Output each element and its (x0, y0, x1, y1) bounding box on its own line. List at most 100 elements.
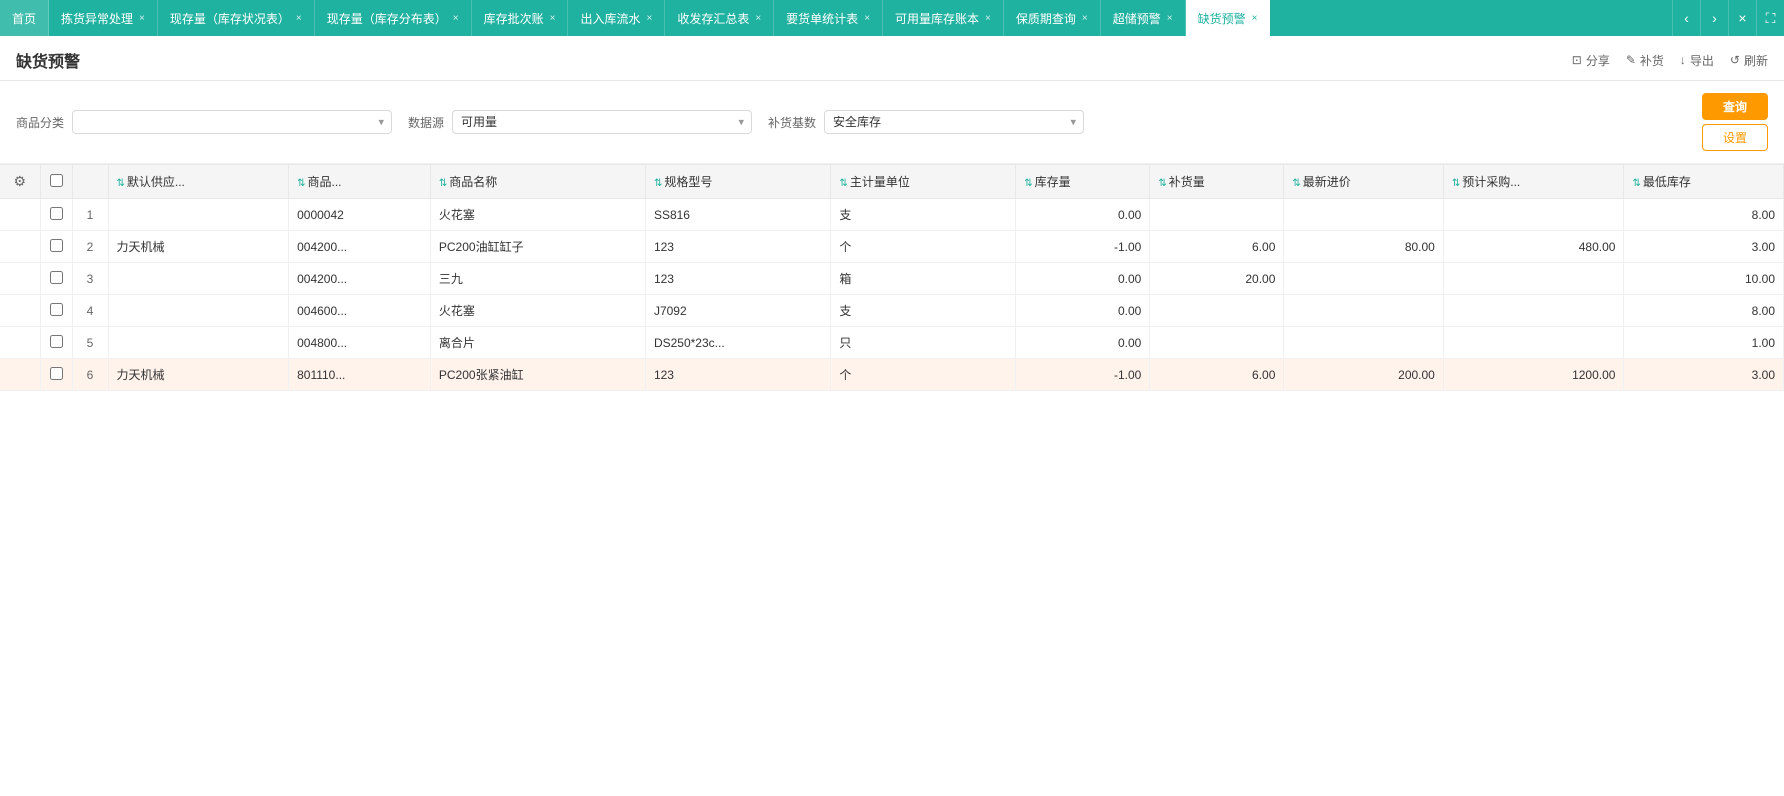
replenish-button[interactable]: ✎ 补货 (1626, 52, 1664, 69)
row-spec: 123 (645, 263, 830, 295)
row-checkbox[interactable] (50, 367, 63, 380)
select-all-checkbox[interactable] (50, 174, 63, 187)
tab-item-overstock[interactable]: 超储预警× (1101, 0, 1186, 36)
tab-item-home[interactable]: 首页 (0, 0, 49, 36)
row-settings-cell (0, 327, 40, 359)
supplier-column-header[interactable]: ⇅默认供应... (108, 165, 289, 199)
tab-close-icon[interactable]: × (296, 13, 302, 24)
row-checkbox[interactable] (50, 207, 63, 220)
export-button[interactable]: ↓ 导出 (1680, 52, 1714, 69)
tab-item-inout-flow[interactable]: 出入库流水 × (568, 0, 665, 36)
row-stock: -1.00 (1016, 231, 1150, 263)
tab-close-icon[interactable]: × (646, 13, 652, 24)
spec-column-header[interactable]: ⇅规格型号 (645, 165, 830, 199)
row-supplier (108, 263, 289, 295)
tab-close-icon[interactable]: × (1082, 13, 1088, 24)
table-body: 10000042火花塞SS816支0.008.002力天机械004200...P… (0, 199, 1784, 391)
tab-close-icon[interactable]: × (139, 13, 145, 24)
settings-button[interactable]: 设置 (1702, 124, 1768, 151)
row-checkbox-cell (40, 263, 72, 295)
replenish-qty-column-header[interactable]: ⇅补货量 (1150, 165, 1284, 199)
row-checkbox-cell (40, 231, 72, 263)
tab-item-available-ledger[interactable]: 可用量库存账本 × (883, 0, 1004, 36)
row-estimated-purchase: 480.00 (1443, 231, 1624, 263)
row-product-code: 801110... (289, 359, 431, 391)
tab-label: 缺货预警 (1198, 10, 1246, 27)
tab-close-icon[interactable]: × (864, 13, 870, 24)
category-filter-group: 商品分类 (16, 110, 392, 134)
spec-sort-icon: ⇅ (654, 178, 662, 189)
export-icon: ↓ (1680, 53, 1686, 67)
row-checkbox-cell (40, 199, 72, 231)
tab-item-abnormal[interactable]: 拣货异常处理× (49, 0, 158, 36)
row-supplier: 力天机械 (108, 359, 289, 391)
tab-close-icon[interactable]: × (985, 13, 991, 24)
row-supplier: 力天机械 (108, 231, 289, 263)
row-stock: 0.00 (1016, 295, 1150, 327)
row-index: 6 (72, 359, 108, 391)
table-row: 6力天机械801110...PC200张紧油缸123个-1.006.00200.… (0, 359, 1784, 391)
tab-close-icon[interactable]: × (755, 13, 761, 24)
row-estimated-purchase (1443, 295, 1624, 327)
row-product-name: 火花塞 (430, 199, 645, 231)
tab-item-demand-stats[interactable]: 要货单统计表× (774, 0, 883, 36)
row-product-name: PC200张紧油缸 (430, 359, 645, 391)
row-spec: DS250*23c... (645, 327, 830, 359)
table-wrapper: ⚙ ⇅默认供应... ⇅商品... ⇅商品名称 (0, 164, 1784, 391)
row-spec: 123 (645, 359, 830, 391)
tab-close-icon[interactable]: × (1167, 13, 1173, 24)
refresh-button[interactable]: ↺ 刷新 (1730, 52, 1768, 69)
datasource-select-wrapper: 可用量 (452, 110, 752, 134)
datasource-select[interactable]: 可用量 (452, 110, 752, 134)
row-checkbox[interactable] (50, 271, 63, 284)
category-select[interactable] (72, 110, 392, 134)
row-product-name: PC200油缸缸子 (430, 231, 645, 263)
tab-close-icon[interactable]: × (550, 13, 556, 24)
datasource-label: 数据源 (408, 114, 444, 131)
settings-column-header[interactable]: ⚙ (0, 165, 40, 199)
tab-item-inventory-status[interactable]: 现存量（库存状况表）× (158, 0, 315, 36)
code-sort-icon: ⇅ (297, 178, 305, 189)
min-stock-column-header[interactable]: ⇅最低库存 (1624, 165, 1784, 199)
window-maximize-button[interactable]: ⛶ (1756, 0, 1784, 36)
unit-column-header[interactable]: ⇅主计量单位 (831, 165, 1016, 199)
price-sort-icon: ⇅ (1292, 178, 1300, 189)
tab-item-batch-account[interactable]: 库存批次账× (472, 0, 569, 36)
row-checkbox[interactable] (50, 335, 63, 348)
checkbox-column-header[interactable] (40, 165, 72, 199)
latest-price-column-header[interactable]: ⇅最新进价 (1284, 165, 1443, 199)
tab-label: 首页 (12, 10, 36, 27)
replenish-basis-select[interactable]: 安全库存 (824, 110, 1084, 134)
row-min-stock: 10.00 (1624, 263, 1784, 295)
tab-label: 可用量库存账本 (895, 10, 979, 27)
estimated-purchase-column-header[interactable]: ⇅预计采购... (1443, 165, 1624, 199)
row-unit: 个 (831, 359, 1016, 391)
tab-next-button[interactable]: › (1700, 0, 1728, 36)
row-settings-cell (0, 199, 40, 231)
row-checkbox[interactable] (50, 303, 63, 316)
tab-item-inventory-dist[interactable]: 现存量（库存分布表）× (315, 0, 472, 36)
column-settings-icon[interactable]: ⚙ (13, 173, 26, 189)
page-header: 缺货预警 ⊡ 分享 ✎ 补货 ↓ 导出 ↺ 刷新 (0, 36, 1784, 81)
share-button[interactable]: ⊡ 分享 (1572, 52, 1610, 69)
tab-close-icon[interactable]: × (453, 13, 459, 24)
product-name-column-header[interactable]: ⇅商品名称 (430, 165, 645, 199)
stock-column-header[interactable]: ⇅库存量 (1016, 165, 1150, 199)
query-button[interactable]: 查询 (1702, 93, 1768, 120)
row-product-code: 004200... (289, 231, 431, 263)
row-checkbox-cell (40, 295, 72, 327)
tab-prev-button[interactable]: ‹ (1672, 0, 1700, 36)
product-code-column-header[interactable]: ⇅商品... (289, 165, 431, 199)
tab-item-shortage[interactable]: 缺货预警 × (1186, 0, 1271, 36)
tab-item-expiry-query[interactable]: 保质期查询× (1004, 0, 1101, 36)
tab-item-receive-summary[interactable]: 收发存汇总表× (665, 0, 774, 36)
table-row: 2力天机械004200...PC200油缸缸子123个-1.006.0080.0… (0, 231, 1784, 263)
row-supplier (108, 199, 289, 231)
row-checkbox[interactable] (50, 239, 63, 252)
window-close-button[interactable]: × (1728, 0, 1756, 36)
tab-close-icon[interactable]: × (1252, 13, 1258, 24)
row-latest-price (1284, 327, 1443, 359)
row-spec: J7092 (645, 295, 830, 327)
row-stock: 0.00 (1016, 327, 1150, 359)
tab-label: 出入库流水 (580, 10, 640, 27)
